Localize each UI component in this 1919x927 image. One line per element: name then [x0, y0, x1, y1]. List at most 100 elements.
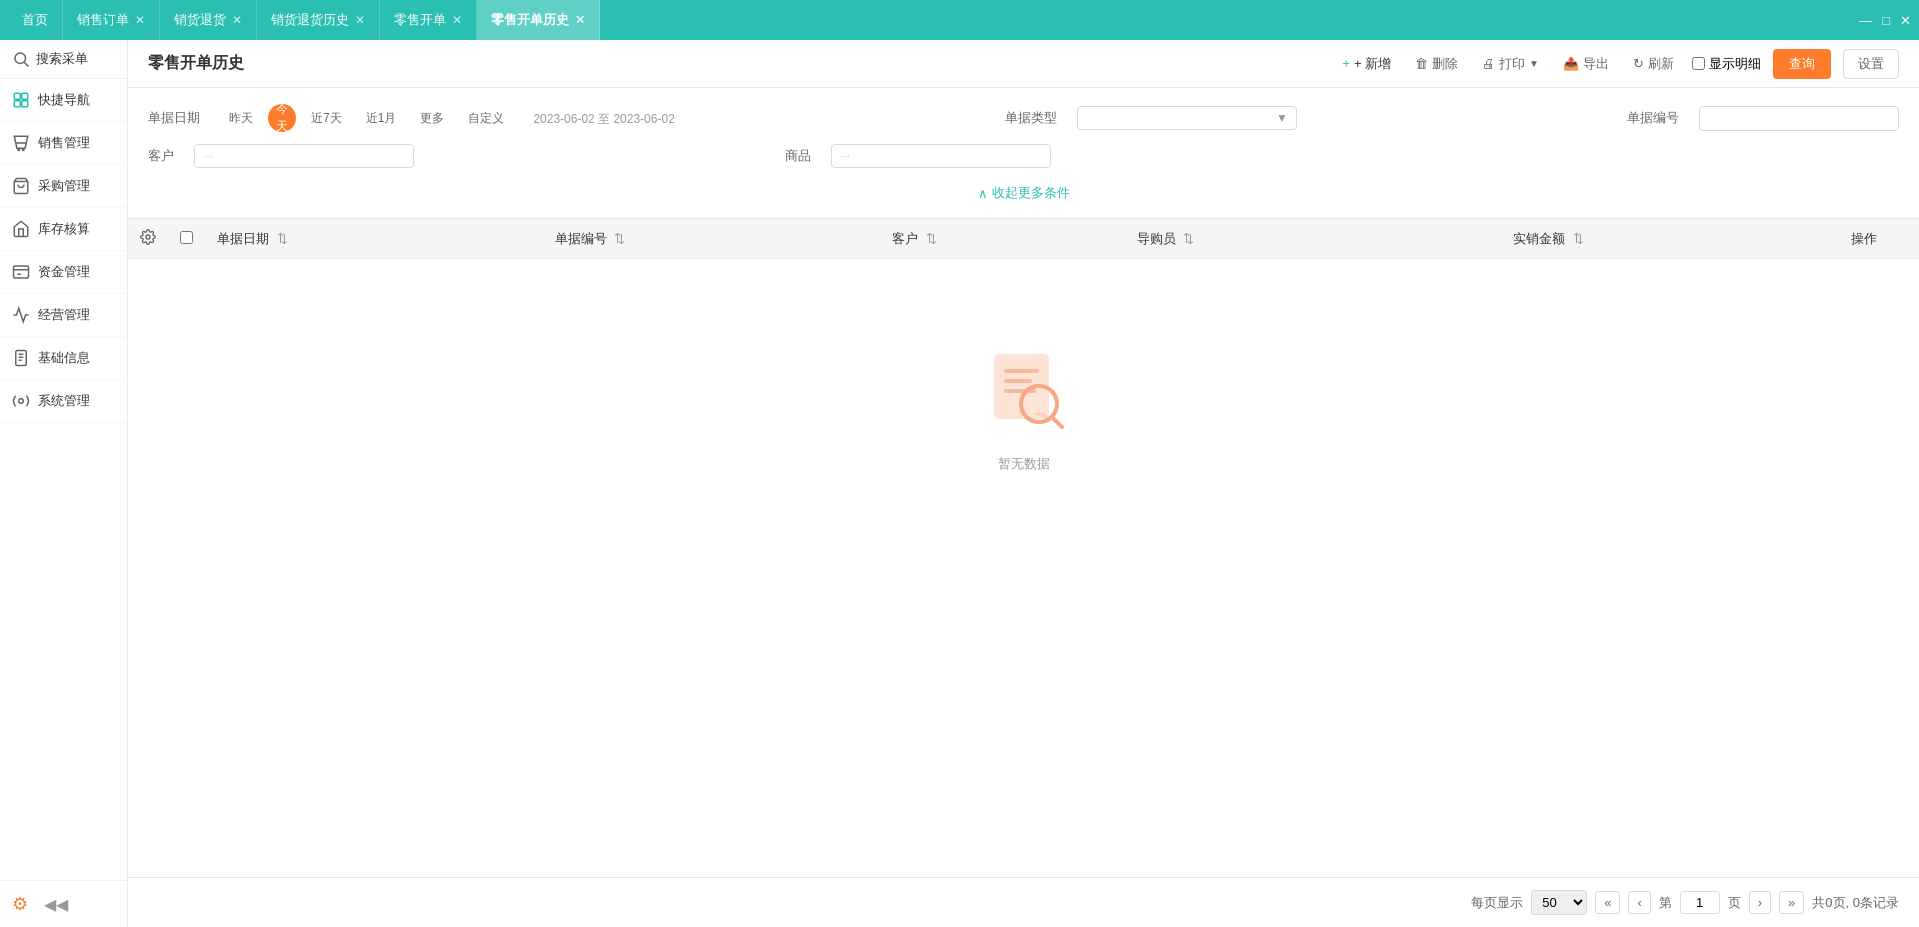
col-ops: 操作	[1839, 219, 1919, 259]
sidebar-settings-icon[interactable]: ⚙	[12, 893, 28, 915]
col-customer: 客户 ⇅	[880, 219, 1125, 259]
display-cols-checkbox[interactable]	[1692, 57, 1705, 70]
tab-sales-order-close[interactable]: ✕	[135, 13, 145, 27]
query-button[interactable]: 查询	[1773, 49, 1831, 79]
product-label: 商品	[785, 147, 811, 165]
refresh-button[interactable]: ↻ 刷新	[1627, 51, 1680, 77]
empty-state-icon	[974, 339, 1074, 439]
tab-sales-return-history[interactable]: 销货退货历史 ✕	[257, 0, 380, 40]
sidebar-item-sales-mgmt[interactable]: 销售管理	[0, 122, 127, 165]
collapse-button[interactable]: ∧ 收起更多条件	[148, 180, 1899, 210]
date-range-text: 2023-06-02 至 2023-06-02	[533, 111, 674, 128]
doc-no-input[interactable]	[1699, 106, 1899, 131]
product-select[interactable]: ···	[831, 144, 1051, 168]
tab-bar: 首页 销售订单 ✕ 销货退货 ✕ 销货退货历史 ✕ 零售开单 ✕ 零售开单历史 …	[0, 0, 1919, 40]
base-info-icon	[12, 349, 30, 367]
page-input[interactable]	[1680, 891, 1720, 914]
sidebar-collapse-icon[interactable]: ◀◀	[44, 895, 68, 914]
doc-no-label: 单据编号	[1627, 109, 1679, 127]
sidebar-item-operations[interactable]: 经营管理	[0, 294, 127, 337]
inventory-icon	[12, 220, 30, 238]
col-settings[interactable]	[128, 219, 168, 259]
svg-rect-9	[14, 266, 29, 278]
col-salesperson-sort[interactable]: ⇅	[1183, 231, 1194, 246]
tab-sales-return[interactable]: 销货退货 ✕	[160, 0, 257, 40]
col-amount-sort[interactable]: ⇅	[1573, 231, 1584, 246]
print-dropdown-icon: ▼	[1529, 58, 1539, 69]
svg-point-16	[19, 399, 24, 404]
operations-icon	[12, 306, 30, 324]
tab-retail-open[interactable]: 零售开单 ✕	[380, 0, 477, 40]
close-btn[interactable]: ✕	[1900, 13, 1911, 28]
sidebar-search[interactable]: 搜索采单	[0, 40, 127, 79]
page-suffix: 页	[1728, 894, 1741, 912]
date-btn-last7[interactable]: 近7天	[302, 107, 351, 130]
col-customer-sort[interactable]: ⇅	[926, 231, 937, 246]
doc-type-label: 单据类型	[1005, 109, 1057, 127]
sidebar-item-purchase-mgmt[interactable]: 采购管理	[0, 165, 127, 208]
tab-retail-history-close[interactable]: ✕	[575, 13, 585, 27]
col-no: 单据编号 ⇅	[543, 219, 881, 259]
delete-button[interactable]: 🗑 删除	[1409, 51, 1464, 77]
select-all-checkbox[interactable]	[180, 231, 193, 244]
minimize-btn[interactable]: —	[1859, 13, 1872, 28]
page-title: 零售开单历史	[148, 53, 244, 74]
date-btn-today[interactable]: 今天	[268, 104, 296, 132]
tab-retail-history[interactable]: 零售开单历史 ✕	[477, 0, 600, 40]
col-no-sort[interactable]: ⇅	[614, 231, 625, 246]
table-body: 暂无数据	[128, 259, 1919, 554]
toolbar: + + 新增 🗑 删除 🖨 打印 ▼ 📤 导出 ↻	[1336, 49, 1899, 79]
col-date-sort[interactable]: ⇅	[277, 231, 288, 246]
doc-type-select[interactable]: ▼	[1077, 106, 1297, 130]
tab-retail-open-close[interactable]: ✕	[452, 13, 462, 27]
customer-select[interactable]: ···	[194, 144, 414, 168]
settings-button[interactable]: 设置	[1843, 49, 1899, 79]
quick-nav-icon	[12, 91, 30, 109]
customer-label: 客户	[148, 147, 174, 165]
window-controls: — □ ✕	[1859, 13, 1911, 28]
empty-state-row: 暂无数据	[128, 259, 1919, 554]
sidebar-item-quick-nav[interactable]: 快捷导航	[0, 79, 127, 122]
per-page-select[interactable]: 50 10 20 100	[1531, 890, 1587, 915]
sidebar-item-finance[interactable]: 资金管理	[0, 251, 127, 294]
tab-sales-return-history-close[interactable]: ✕	[355, 13, 365, 27]
date-btn-yesterday[interactable]: 昨天	[220, 107, 262, 130]
export-button[interactable]: 📤 导出	[1557, 51, 1615, 77]
sidebar-item-base-info[interactable]: 基础信息	[0, 337, 127, 380]
tab-sales-return-close[interactable]: ✕	[232, 13, 242, 27]
last-page-btn[interactable]: »	[1779, 891, 1804, 914]
print-icon: 🖨	[1482, 56, 1495, 71]
first-page-btn[interactable]: «	[1595, 891, 1620, 914]
col-amount: 实销金额 ⇅	[1501, 219, 1839, 259]
empty-state: 暂无数据	[128, 259, 1919, 553]
data-table: 单据日期 ⇅ 单据编号 ⇅ 客户 ⇅ 导购员 ⇅	[128, 219, 1919, 553]
settings-col-icon	[140, 229, 156, 245]
svg-rect-4	[14, 101, 20, 107]
sidebar-item-sys-mgmt[interactable]: 系统管理	[0, 380, 127, 423]
add-button[interactable]: + + 新增	[1336, 51, 1397, 77]
col-salesperson: 导购员 ⇅	[1125, 219, 1416, 259]
sidebar-item-inventory[interactable]: 库存核算	[0, 208, 127, 251]
refresh-icon: ↻	[1633, 56, 1644, 71]
date-btn-custom[interactable]: 自定义	[459, 107, 513, 130]
purchase-mgmt-icon	[12, 177, 30, 195]
svg-point-6	[18, 149, 20, 151]
tab-sales-order[interactable]: 销售订单 ✕	[63, 0, 160, 40]
tab-home[interactable]: 首页	[8, 0, 63, 40]
display-cols-label: 显示明细	[1709, 55, 1761, 73]
doc-type-dropdown-icon: ▼	[1276, 111, 1288, 125]
next-page-btn[interactable]: ›	[1749, 891, 1771, 914]
date-btn-more[interactable]: 更多	[411, 107, 453, 130]
print-button[interactable]: 🖨 打印 ▼	[1476, 51, 1545, 77]
content-area: 零售开单历史 + + 新增 🗑 删除 🖨 打印 ▼ 📤 导出	[128, 40, 1919, 927]
svg-rect-19	[1004, 369, 1039, 373]
maximize-btn[interactable]: □	[1882, 13, 1890, 28]
prev-page-btn[interactable]: ‹	[1628, 891, 1650, 914]
col-check[interactable]	[168, 219, 205, 259]
svg-point-7	[23, 149, 25, 151]
col-empty-space	[1416, 219, 1502, 259]
date-btn-last-month[interactable]: 近1月	[357, 107, 406, 130]
filter-row-2: 客户 ··· 商品 ···	[148, 144, 1899, 168]
svg-point-23	[1029, 394, 1049, 414]
customer-dots: ···	[203, 149, 213, 163]
